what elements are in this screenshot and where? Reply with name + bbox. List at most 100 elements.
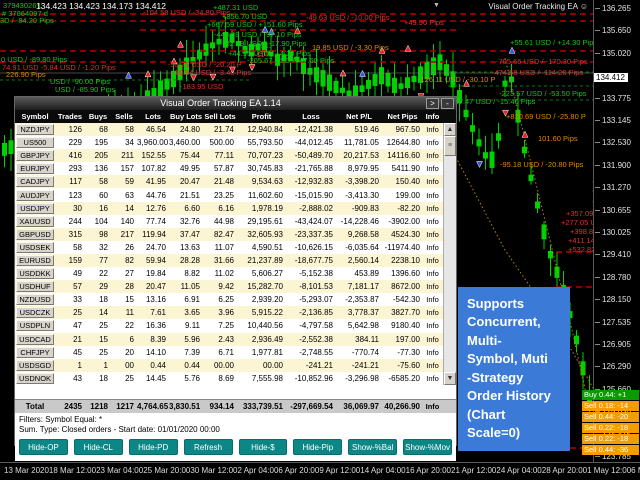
info-button[interactable]: Info bbox=[423, 295, 442, 304]
action-button-hide-[interactable]: Hide-$ bbox=[238, 439, 288, 455]
value-cell: 25 bbox=[99, 321, 108, 331]
symbol-button[interactable]: GBPJPY bbox=[16, 150, 54, 162]
symbol-button[interactable]: NZDJPY bbox=[16, 124, 54, 136]
info-button[interactable]: Info bbox=[423, 269, 442, 278]
info-button[interactable]: Info bbox=[423, 256, 442, 265]
price-tick-label: 131.900 bbox=[595, 160, 631, 170]
order-label-sell[interactable]: Sell 0.44: -20 bbox=[582, 412, 639, 422]
value-cell: 30,745.83 bbox=[247, 164, 283, 174]
symbol-button[interactable]: NZDUSD bbox=[16, 294, 54, 306]
order-label-sell[interactable]: Sell 0.44: -36 bbox=[582, 445, 639, 455]
price-tick-label: 135.020 bbox=[595, 48, 631, 58]
value-cell: 6.71 bbox=[218, 347, 234, 357]
info-button[interactable]: Info bbox=[423, 177, 442, 186]
action-button-show-bal[interactable]: Show-%Bal bbox=[348, 439, 398, 455]
value-cell: 5,915.22 bbox=[251, 308, 283, 318]
table-scrollbar[interactable]: ▲ ≡ ▼ bbox=[443, 123, 456, 385]
value-cell: 14 bbox=[99, 308, 108, 318]
value-cell: 45 bbox=[73, 347, 82, 357]
trade-arrow-icon bbox=[359, 69, 366, 77]
action-button-hide-cl[interactable]: Hide-CL bbox=[73, 439, 123, 455]
info-button[interactable]: Info bbox=[423, 282, 442, 291]
symbol-button[interactable]: USDPLN bbox=[16, 320, 54, 332]
order-label-buy[interactable]: Buy 0.44: +1 bbox=[582, 390, 639, 400]
symbol-button[interactable]: GBPUSD bbox=[16, 228, 54, 240]
info-button[interactable]: Info bbox=[423, 361, 442, 370]
symbol-button[interactable]: USDCAD bbox=[16, 333, 54, 345]
time-axis[interactable]: 13 Mar 2020 18 Mar 12:00 23 Mar 04:00 25 Ma… bbox=[0, 462, 640, 480]
order-label-sell[interactable]: Sell 0.22: -18 bbox=[582, 423, 639, 433]
symbol-button[interactable]: US500 bbox=[16, 137, 54, 149]
symbol-button[interactable]: EURJPY bbox=[16, 163, 54, 175]
info-button[interactable]: Info bbox=[423, 191, 442, 200]
symbol-button[interactable]: USDNOK bbox=[16, 372, 54, 384]
symbol-button[interactable]: CADJPY bbox=[16, 176, 54, 188]
value-cell: 1,978.19 bbox=[251, 203, 283, 213]
column-header: Symbol bbox=[21, 112, 49, 121]
panel-titlebar[interactable]: Visual Order Tracking EA 1.14 > - bbox=[15, 97, 456, 110]
value-cell: 11,602.60 bbox=[248, 190, 283, 200]
value-cell: 25 bbox=[73, 308, 82, 318]
action-button-hide-pd[interactable]: Hide-PD bbox=[128, 439, 178, 455]
symbol-button[interactable]: USDDKK bbox=[16, 268, 54, 280]
value-cell: 6.91 bbox=[184, 295, 200, 305]
symbol-button[interactable]: USDHUF bbox=[16, 281, 54, 293]
price-tick-label: 131.270 bbox=[595, 183, 631, 193]
panel-expand-button[interactable]: > bbox=[426, 98, 439, 109]
info-button[interactable]: Info bbox=[423, 243, 442, 252]
value-cell: -82.20 bbox=[397, 203, 420, 213]
info-button[interactable]: Info bbox=[423, 230, 442, 239]
scroll-down-button[interactable]: ▼ bbox=[444, 372, 456, 385]
symbol-button[interactable]: USDCZK bbox=[16, 307, 54, 319]
info-button[interactable]: Info bbox=[423, 308, 442, 317]
order-label-sell[interactable]: Sell 0.22: -18 bbox=[582, 434, 639, 444]
value-cell: 75.44 bbox=[179, 151, 200, 161]
value-cell: 195 bbox=[94, 138, 108, 148]
info-button[interactable]: Info bbox=[423, 204, 442, 213]
action-button-hide-pip[interactable]: Hide-Pip bbox=[293, 439, 343, 455]
info-button[interactable]: Info bbox=[423, 374, 442, 383]
info-button[interactable]: Info bbox=[423, 151, 442, 160]
value-cell: 44.98 bbox=[213, 216, 234, 226]
value-cell: 21 bbox=[73, 334, 82, 344]
action-button-hide-op[interactable]: Hide-OP bbox=[19, 439, 68, 455]
info-button[interactable]: Info bbox=[423, 335, 442, 344]
scroll-up-button[interactable]: ▲ bbox=[444, 123, 456, 136]
value-cell: 150.40 bbox=[395, 177, 420, 187]
value-cell: 11,781.05 bbox=[344, 138, 379, 148]
symbol-button[interactable]: USDJPY bbox=[16, 202, 54, 214]
value-cell: -241.21 bbox=[351, 360, 379, 370]
symbol-button[interactable]: XAUUSD bbox=[16, 215, 54, 227]
symbol-button[interactable]: USDSEK bbox=[16, 241, 54, 253]
value-cell: 7,555.98 bbox=[251, 373, 283, 383]
table-row: US500 229 195 34 3,960.00 3,460.00 500.00 55,79… bbox=[15, 136, 456, 150]
sum-type-line: Sum. Type: Closed orders - Start date: 0… bbox=[19, 425, 220, 434]
column-header: Trades bbox=[57, 112, 83, 121]
info-button[interactable]: Info bbox=[423, 164, 442, 173]
info-button[interactable]: Info bbox=[423, 138, 442, 147]
value-cell: 244 bbox=[68, 216, 82, 226]
time-axis-label: 21 Apr 12:00 bbox=[451, 466, 497, 475]
value-cell: 00.00 bbox=[213, 360, 234, 370]
price-tick-label: 126.905 bbox=[595, 340, 631, 349]
value-cell: -2,888.02 bbox=[299, 203, 333, 213]
info-button[interactable]: Info bbox=[423, 348, 442, 357]
value-cell: 59.94 bbox=[145, 255, 166, 265]
order-label-sell[interactable]: Sell 0.18: -14 bbox=[582, 401, 639, 411]
symbol-button[interactable]: AUDJPY bbox=[16, 189, 54, 201]
value-cell: 11.05 bbox=[180, 282, 200, 292]
scroll-thumb[interactable]: ≡ bbox=[444, 136, 456, 156]
symbol-button[interactable]: CHFJPY bbox=[16, 346, 54, 358]
value-cell: 9180.40 bbox=[391, 321, 420, 331]
symbol-button[interactable]: EURUSD bbox=[16, 254, 54, 266]
info-button[interactable]: Info bbox=[423, 217, 442, 226]
symbol-button[interactable]: USDSGD bbox=[16, 359, 54, 371]
panel-minimize-button[interactable]: - bbox=[441, 98, 454, 109]
value-cell: -10,626.15 bbox=[294, 242, 333, 252]
action-button-refresh[interactable]: Refresh bbox=[183, 439, 233, 455]
action-button-show-mov[interactable]: Show-%Mov bbox=[403, 439, 452, 455]
info-button[interactable]: Info bbox=[423, 321, 442, 330]
value-cell: -5,152.38 bbox=[299, 269, 333, 279]
info-button[interactable]: Info bbox=[423, 125, 442, 134]
value-cell: -2,136.85 bbox=[299, 308, 333, 318]
